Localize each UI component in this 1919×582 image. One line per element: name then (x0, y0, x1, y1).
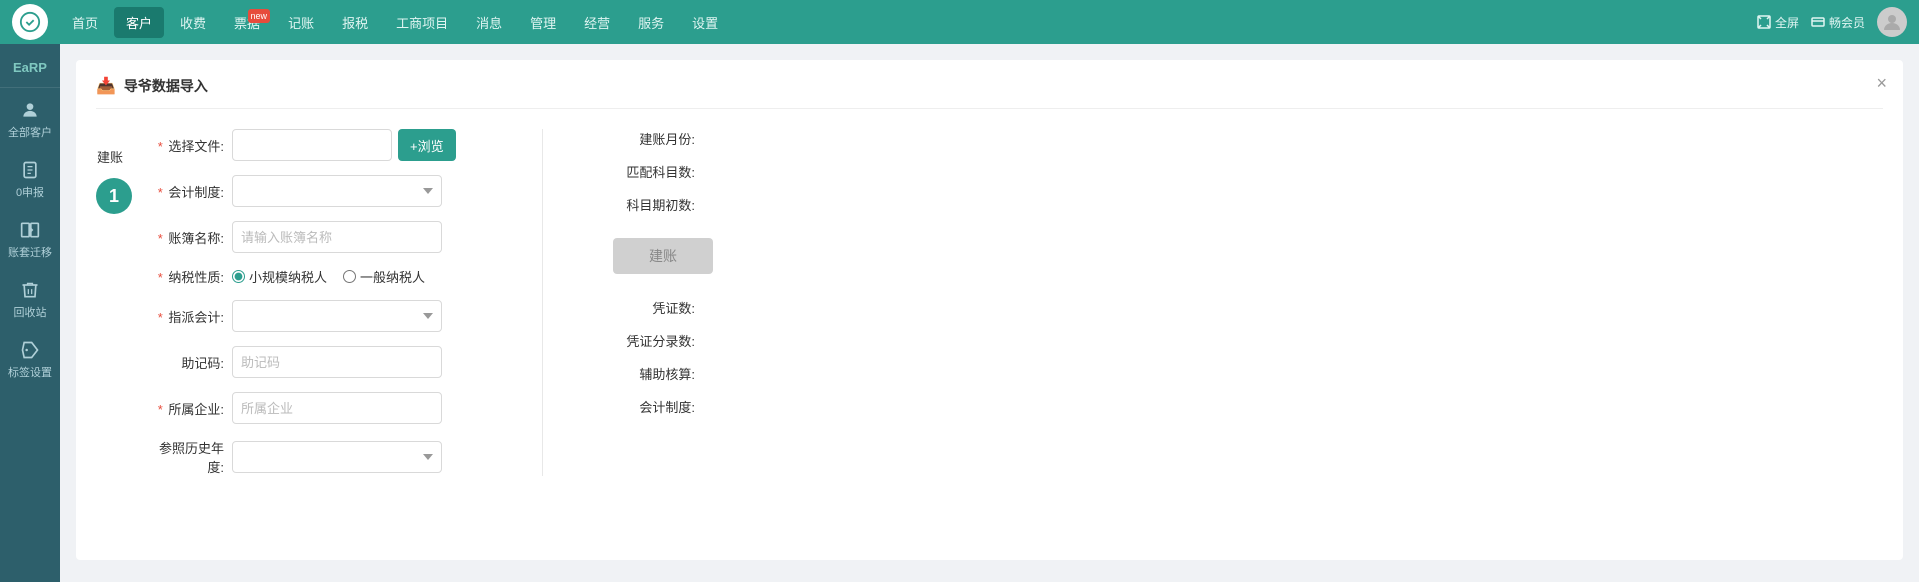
tax-type-general[interactable]: 一般纳税人 (343, 267, 425, 286)
sidebar-item-account-migration[interactable]: 账套迁移 (3, 212, 57, 268)
layout: EaRP 全部客户 0申报 账套迁移 回收站 标签设置 📥 导爷 (0, 44, 1919, 582)
info-aux-accounting: 辅助核算: (613, 364, 873, 383)
right-panel: 建账月份: 匹配科目数: 科目期初数: 建 (573, 129, 873, 476)
info-voucher-count: 凭证数: (613, 298, 873, 317)
build-account-button[interactable]: 建账 (613, 238, 713, 274)
fullscreen-label: 全屏 (1775, 14, 1799, 31)
info-subject-initial: 科目期初数: (613, 195, 873, 214)
nav-service[interactable]: 服务 (626, 7, 676, 38)
main-content: 📥 导爷数据导入 × 建账 1 (60, 44, 1919, 582)
info-accounting-system2: 会计制度: (613, 397, 873, 416)
sidebar-item-declaration[interactable]: 0申报 (3, 152, 57, 208)
memo-code-row: 助记码: (152, 346, 512, 378)
sidebar-item-label: 标签设置 (8, 364, 52, 380)
sidebar-item-label: 0申报 (16, 184, 44, 200)
form-layout: 建账 1 * 选择文件: (96, 129, 1883, 476)
assigned-accountant-label: * 指派会计: (152, 307, 232, 326)
info-match-subjects: 匹配科目数: (613, 162, 873, 181)
info-voucher-count-label: 凭证数: (613, 298, 703, 317)
info-aux-accounting-label: 辅助核算: (613, 364, 703, 383)
close-button[interactable]: × (1876, 74, 1887, 92)
memo-code-label: 助记码: (152, 353, 232, 372)
sidebar-item-all-customers[interactable]: 全部客户 (3, 92, 57, 148)
vip-label: 畅会员 (1829, 14, 1865, 31)
info-account-month-label: 建账月份: (613, 129, 703, 148)
top-nav: 首页 客户 收费 票据 new 记账 报税 工商项目 消息 管理 经营 服务 设… (0, 0, 1919, 44)
page-container: 📥 导爷数据导入 × 建账 1 (76, 60, 1903, 560)
nav-message[interactable]: 消息 (464, 7, 514, 38)
tax-type-row: * 纳税性质: 小规模纳税人 一般纳税人 (152, 267, 512, 286)
invoice-badge: new (248, 9, 271, 23)
info-accounting-system2-label: 会计制度: (613, 397, 703, 416)
sidebar: EaRP 全部客户 0申报 账套迁移 回收站 标签设置 (0, 44, 60, 582)
nav-billing[interactable]: 收费 (168, 7, 218, 38)
divider (542, 129, 543, 476)
owned-company-input[interactable] (232, 392, 442, 424)
build-btn-area: 建账 (613, 238, 873, 274)
nav-home[interactable]: 首页 (60, 7, 110, 38)
page-header: 📥 导爷数据导入 (96, 76, 1883, 109)
import-icon: 📥 (96, 76, 116, 96)
sidebar-item-tag-settings[interactable]: 标签设置 (3, 332, 57, 388)
accounting-system-row: * 会计制度: (152, 175, 512, 207)
file-input[interactable] (232, 129, 392, 161)
nav-right: 全屏 畅会员 (1757, 7, 1907, 37)
assigned-accountant-row: * 指派会计: (152, 300, 512, 332)
nav-tax[interactable]: 报税 (330, 7, 380, 38)
select-file-row: * 选择文件: +浏览 (152, 129, 512, 161)
nav-accounting[interactable]: 记账 (276, 7, 326, 38)
info-match-subjects-label: 匹配科目数: (613, 162, 703, 181)
info-voucher-entries: 凭证分录数: (613, 331, 873, 350)
owned-company-row: * 所属企业: (152, 392, 512, 424)
sidebar-item-label: 回收站 (14, 304, 47, 320)
reference-year-label: 参照历史年度: (152, 438, 232, 476)
form-fields: * 选择文件: +浏览 * 会计制度: (152, 129, 512, 476)
assigned-accountant-select[interactable] (232, 300, 442, 332)
sidebar-logo: EaRP (0, 52, 60, 88)
page-title: 导爷数据导入 (124, 76, 208, 96)
sidebar-item-recycle[interactable]: 回收站 (3, 272, 57, 328)
sidebar-item-label: 全部客户 (8, 124, 52, 140)
memo-code-input[interactable] (232, 346, 442, 378)
account-name-input[interactable] (232, 221, 442, 253)
account-name-label: * 账簿名称: (152, 228, 232, 247)
owned-company-label: * 所属企业: (152, 399, 232, 418)
app-logo[interactable] (12, 4, 48, 40)
form-left: 建账 1 * 选择文件: (96, 129, 512, 476)
user-avatar[interactable] (1877, 7, 1907, 37)
tax-type-label: * 纳税性质: (152, 267, 232, 286)
nav-customer[interactable]: 客户 (114, 7, 164, 38)
file-input-group: +浏览 (232, 129, 456, 161)
accounting-system-select[interactable] (232, 175, 442, 207)
reference-year-select[interactable] (232, 441, 442, 473)
vip-button[interactable]: 畅会员 (1811, 14, 1865, 31)
browse-button[interactable]: +浏览 (398, 129, 456, 161)
info-panel: 建账月份: 匹配科目数: 科目期初数: 建 (613, 129, 873, 416)
select-file-label: * 选择文件: (152, 136, 232, 155)
nav-settings[interactable]: 设置 (680, 7, 730, 38)
fullscreen-button[interactable]: 全屏 (1757, 14, 1799, 31)
nav-operation[interactable]: 经营 (572, 7, 622, 38)
tax-type-small[interactable]: 小规模纳税人 (232, 267, 327, 286)
account-name-row: * 账簿名称: (152, 221, 512, 253)
nav-invoice[interactable]: 票据 new (222, 7, 272, 38)
step-badge: 1 (96, 178, 132, 214)
accounting-system-label: * 会计制度: (152, 182, 232, 201)
step-label: 建账 (97, 147, 123, 166)
reference-year-row: 参照历史年度: (152, 438, 512, 476)
nav-industrial[interactable]: 工商项目 (384, 7, 460, 38)
tax-type-radio-group: 小规模纳税人 一般纳税人 (232, 267, 425, 286)
info-voucher-entries-label: 凭证分录数: (613, 331, 703, 350)
nav-management[interactable]: 管理 (518, 7, 568, 38)
info-subject-initial-label: 科目期初数: (613, 195, 703, 214)
info-account-month: 建账月份: (613, 129, 873, 148)
sidebar-item-label: 账套迁移 (8, 244, 52, 260)
